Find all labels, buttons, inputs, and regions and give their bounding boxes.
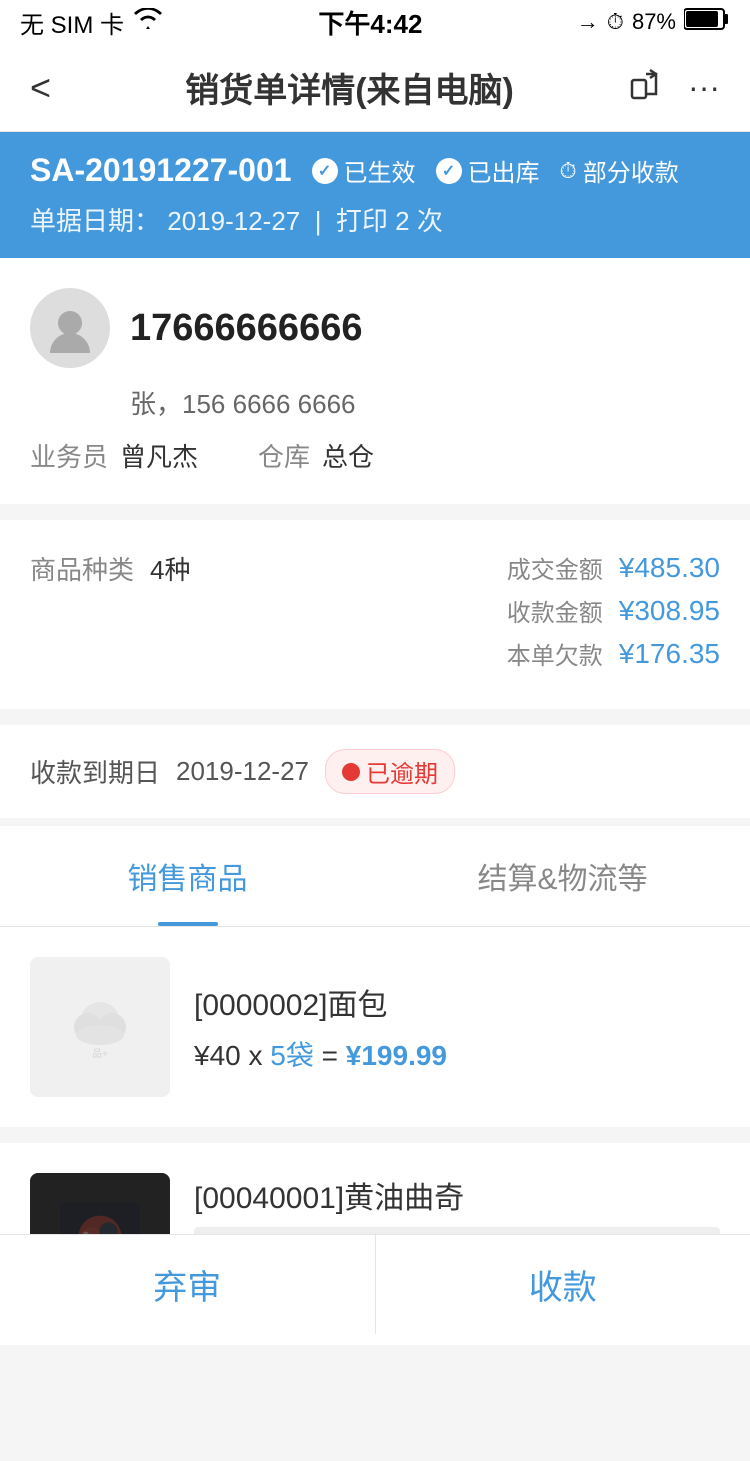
product-types-row: 商品种类 4种 (30, 550, 375, 587)
tab-sales-products[interactable]: 销售商品 (0, 826, 375, 926)
customer-id: 17666666666 (130, 307, 362, 350)
share-icon[interactable] (628, 66, 664, 110)
overdue-badge: 已逾期 (325, 749, 455, 794)
confirm-button[interactable]: 收款 (376, 1235, 750, 1334)
due-label: 收款到期日 (30, 753, 160, 790)
collected-row: 收款金额 ¥308.95 (375, 593, 720, 628)
deal-amount-row: 成交金额 ¥485.30 (375, 550, 720, 585)
order-date-row: 单据日期： 2019-12-27 | 打印 2 次 (30, 201, 720, 238)
svg-text:品+: 品+ (92, 1048, 108, 1060)
owed-label: 本单欠款 (507, 636, 603, 671)
overdue-dot-icon (342, 763, 360, 781)
overdue-label: 已逾期 (366, 754, 438, 789)
customer-name: 张，156 6666 6666 (130, 384, 720, 421)
order-header: SA-20191227-001 ✓ 已生效 ✓ 已出库 ⏱ 部分收款 单据日期：… (0, 132, 750, 258)
product-list: 品+ [0000002]面包 ¥40 x 5袋 = ¥199.99 (0, 927, 750, 1461)
salesperson-item: 业务员 曾凡杰 (30, 437, 198, 474)
location-icon: → (577, 9, 599, 35)
tab-settlement[interactable]: 结算&物流等 (375, 826, 750, 926)
owed-row: 本单欠款 ¥176.35 (375, 636, 720, 671)
battery-icon (684, 7, 730, 37)
customer-row: 17666666666 (30, 288, 720, 368)
due-date: 2019-12-27 (176, 756, 309, 787)
product-thumb-bread: 品+ (30, 957, 170, 1097)
page-title: 销货单详情(来自电脑) (71, 63, 628, 112)
order-id: SA-20191227-001 (30, 152, 292, 189)
product-types-label: 商品种类 (30, 550, 134, 587)
nav-bar: < 销货单详情(来自电脑) ··· (0, 44, 750, 132)
clock-icon: ⏱ (560, 158, 577, 184)
warehouse-value: 总仓 (322, 437, 374, 474)
collected-label: 收款金额 (507, 593, 603, 628)
sim-status: 无 SIM 卡 (20, 5, 124, 40)
status-bar: 无 SIM 卡 下午4:42 → ⏱ 87% (0, 0, 750, 44)
product-total-bread: ¥199.99 (346, 1040, 447, 1071)
bottom-bar: 弃审 收款 (0, 1234, 750, 1334)
product-name-cookie: [00040001]黄油曲奇 (194, 1173, 720, 1217)
product-info-bread: [0000002]面包 ¥40 x 5袋 = ¥199.99 (194, 957, 720, 1097)
status-partial: ⏱ 部分收款 (560, 153, 679, 188)
back-button[interactable]: < (30, 67, 71, 109)
product-item: 品+ [0000002]面包 ¥40 x 5袋 = ¥199.99 (0, 927, 750, 1143)
tabs: 销售商品 结算&物流等 (0, 826, 750, 927)
nav-actions: ··· (628, 66, 720, 110)
product-name-bread: [0000002]面包 (194, 980, 720, 1024)
product-types-value: 4种 (150, 550, 190, 587)
deal-amount-label: 成交金额 (507, 550, 603, 585)
warehouse-label: 仓库 (258, 437, 310, 474)
check-shipped-icon: ✓ (436, 158, 462, 184)
stats-left: 商品种类 4种 (30, 550, 375, 593)
avatar (30, 288, 110, 368)
salesperson-value: 曾凡杰 (120, 437, 198, 474)
status-shipped: ✓ 已出库 (436, 153, 540, 188)
stats-right: 成交金额 ¥485.30 收款金额 ¥308.95 本单欠款 ¥176.35 (375, 550, 720, 679)
deal-amount-value: ¥485.30 (619, 552, 720, 584)
wifi-icon (132, 8, 164, 37)
product-qty-bread: 5袋 (270, 1040, 314, 1071)
status-effective: ✓ 已生效 (312, 153, 416, 188)
more-icon[interactable]: ··· (688, 69, 720, 106)
salesperson-label: 业务员 (30, 437, 108, 474)
collected-value: ¥308.95 (619, 595, 720, 627)
check-effective-icon: ✓ (312, 158, 338, 184)
cancel-button[interactable]: 弃审 (0, 1235, 376, 1334)
warehouse-item: 仓库 总仓 (258, 437, 374, 474)
customer-meta: 业务员 曾凡杰 仓库 总仓 (30, 437, 720, 474)
status-left: 无 SIM 卡 (20, 5, 164, 40)
battery-level: 87% (632, 9, 676, 35)
stats-section: 商品种类 4种 成交金额 ¥485.30 收款金额 ¥308.95 本单欠款 ¥… (0, 520, 750, 709)
status-right: → ⏱ 87% (577, 7, 730, 37)
customer-section: 17666666666 张，156 6666 6666 业务员 曾凡杰 仓库 总… (0, 258, 750, 504)
owed-value: ¥176.35 (619, 638, 720, 670)
alarm-icon: ⏱ (607, 9, 624, 35)
product-price-bread: ¥40 x 5袋 = ¥199.99 (194, 1034, 720, 1074)
status-time: 下午4:42 (318, 4, 422, 41)
due-section: 收款到期日 2019-12-27 已逾期 (0, 725, 750, 818)
